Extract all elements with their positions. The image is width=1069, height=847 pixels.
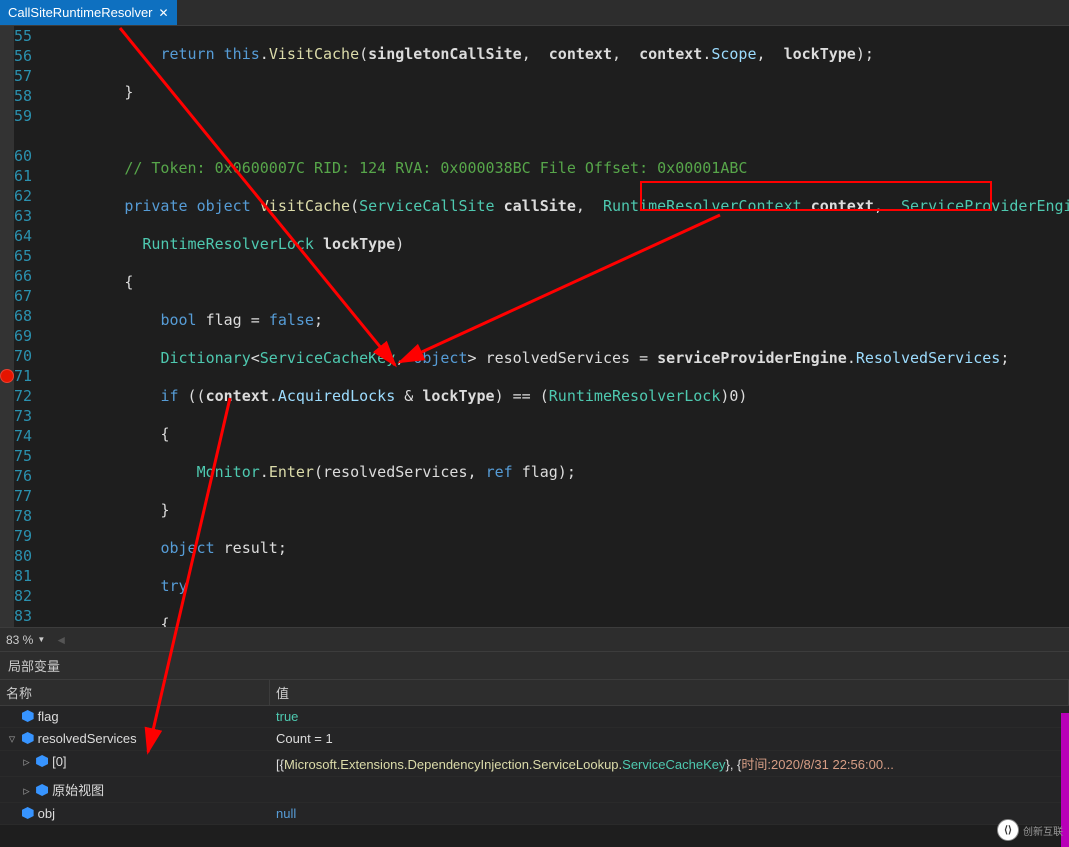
breakpoint-icon[interactable]: [0, 369, 14, 383]
zoom-dropdown[interactable]: 83 %: [6, 633, 33, 647]
zoom-bar: 83 % ▼ ◄: [0, 627, 1069, 651]
expander-icon[interactable]: ▿: [6, 731, 18, 747]
col-name-header[interactable]: 名称: [0, 680, 270, 705]
watermark-logo-icon: ⟨⟩: [997, 819, 1019, 841]
code-area[interactable]: 5556575859606162636465666768697071727374…: [0, 26, 1069, 627]
watermark: ⟨⟩ 创新互联: [997, 819, 1063, 841]
tab-bar: CallSiteRuntimeResolver ✕: [0, 0, 1069, 26]
expander-icon[interactable]: ▹: [20, 754, 32, 770]
watermark-text: 创新互联: [1023, 823, 1063, 838]
locals-row[interactable]: flagtrue: [0, 706, 1069, 728]
code-text[interactable]: return this.VisitCache(singletonCallSite…: [40, 26, 1069, 627]
locals-row[interactable]: objnull: [0, 803, 1069, 825]
locals-row[interactable]: ▿ resolvedServicesCount = 1: [0, 728, 1069, 751]
col-value-header[interactable]: 值: [270, 680, 1069, 705]
code-editor: 5556575859606162636465666768697071727374…: [0, 26, 1069, 651]
locals-row[interactable]: ▹ [0][{Microsoft.Extensions.DependencyIn…: [0, 751, 1069, 777]
variable-icon: [36, 755, 48, 767]
tab-title: CallSiteRuntimeResolver: [8, 5, 153, 20]
scroll-left-icon[interactable]: ◄: [55, 633, 67, 647]
variable-icon: [22, 710, 34, 722]
expander-icon[interactable]: [6, 709, 18, 724]
variable-icon: [22, 807, 34, 819]
expander-icon[interactable]: ▹: [20, 783, 32, 799]
locals-panel: 局部变量 名称 值 flagtrue▿ resolvedServicesCoun…: [0, 651, 1069, 825]
chevron-down-icon[interactable]: ▼: [37, 635, 45, 644]
expander-icon[interactable]: [6, 806, 18, 821]
variable-icon: [22, 732, 34, 744]
file-tab[interactable]: CallSiteRuntimeResolver ✕: [0, 0, 177, 25]
variable-icon: [36, 784, 48, 796]
locals-rows: flagtrue▿ resolvedServicesCount = 1 ▹ [0…: [0, 706, 1069, 825]
line-number-gutter: 5556575859606162636465666768697071727374…: [14, 26, 40, 627]
locals-header: 名称 值: [0, 679, 1069, 706]
close-icon[interactable]: ✕: [159, 6, 169, 20]
breakpoint-gutter[interactable]: [0, 26, 14, 627]
locals-row[interactable]: ▹ 原始视图: [0, 777, 1069, 803]
panel-title: 局部变量: [0, 652, 1069, 679]
